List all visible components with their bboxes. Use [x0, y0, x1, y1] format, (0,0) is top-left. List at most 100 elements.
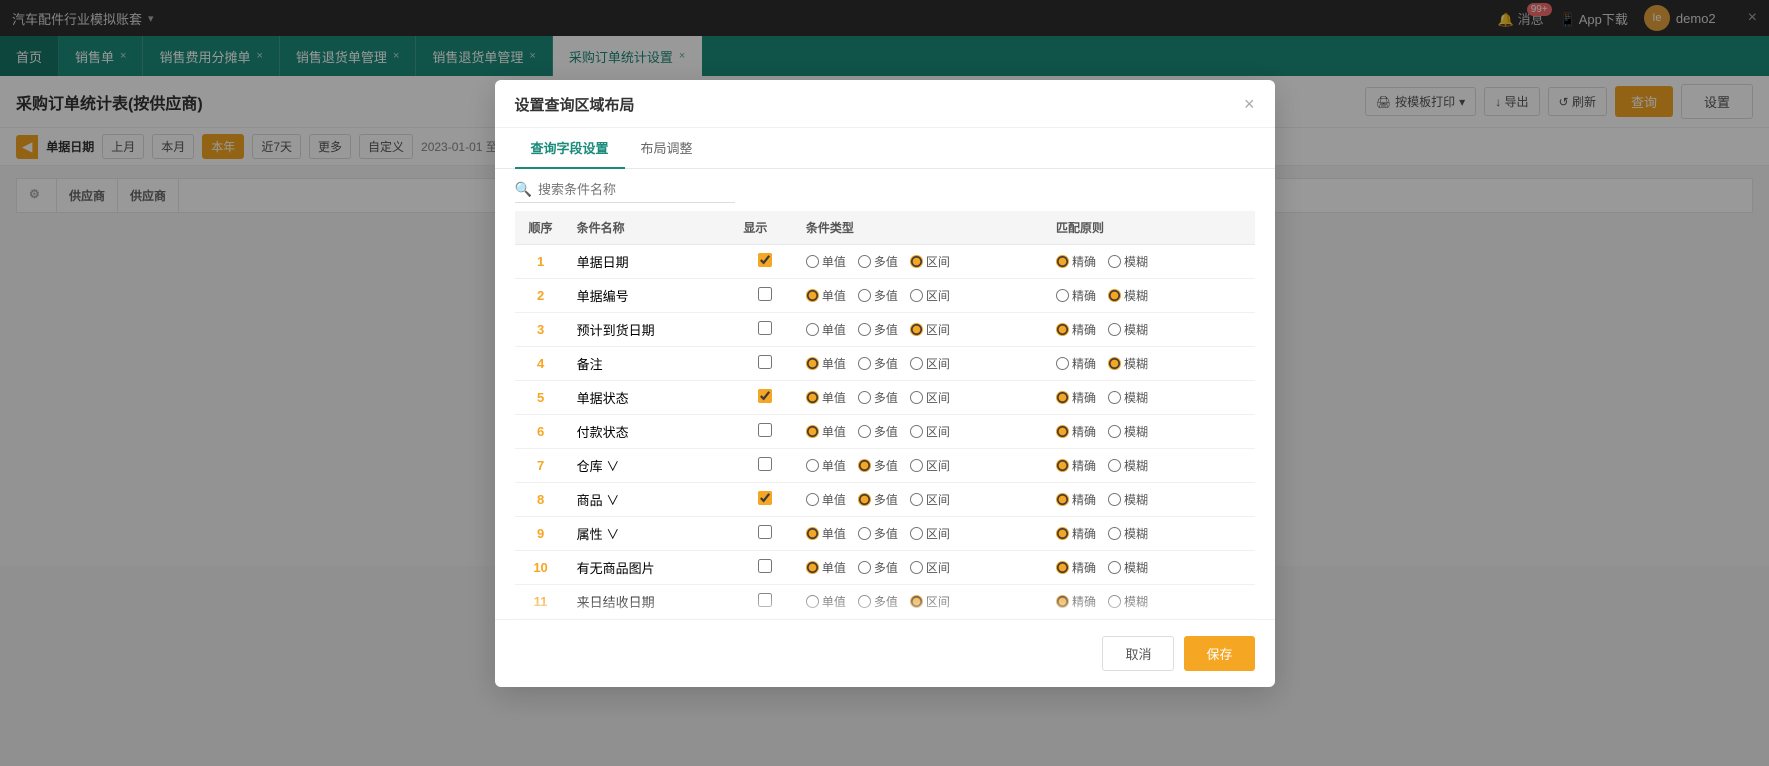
type-radio-多值-4[interactable] [858, 357, 871, 370]
match-option-模糊-1[interactable]: 模糊 [1108, 253, 1148, 270]
match-option-精确-2[interactable]: 精确 [1056, 287, 1096, 304]
type-option-区间-9[interactable]: 区间 [910, 525, 950, 542]
type-radio-区间-9[interactable] [910, 527, 923, 540]
match-radio-精确-7[interactable] [1056, 459, 1069, 472]
type-option-单值-6[interactable]: 单值 [806, 423, 846, 440]
type-radio-区间-6[interactable] [910, 425, 923, 438]
type-radio-多值-7[interactable] [858, 459, 871, 472]
match-radio-精确-10[interactable] [1056, 561, 1069, 574]
match-radio-精确-8[interactable] [1056, 493, 1069, 506]
type-radio-多值-2[interactable] [858, 289, 871, 302]
match-radio-模糊-5[interactable] [1108, 391, 1121, 404]
type-option-多值-11[interactable]: 多值 [858, 593, 898, 610]
match-option-模糊-8[interactable]: 模糊 [1108, 491, 1148, 508]
type-radio-单值-11[interactable] [806, 595, 819, 608]
type-radio-单值-7[interactable] [806, 459, 819, 472]
type-option-区间-5[interactable]: 区间 [910, 389, 950, 406]
type-radio-区间-5[interactable] [910, 391, 923, 404]
type-option-区间-2[interactable]: 区间 [910, 287, 950, 304]
match-radio-模糊-9[interactable] [1108, 527, 1121, 540]
condition-search-input[interactable] [538, 182, 735, 197]
type-radio-多值-10[interactable] [858, 561, 871, 574]
type-option-单值-3[interactable]: 单值 [806, 321, 846, 338]
match-option-模糊-2[interactable]: 模糊 [1108, 287, 1148, 304]
type-option-区间-4[interactable]: 区间 [910, 355, 950, 372]
match-option-模糊-3[interactable]: 模糊 [1108, 321, 1148, 338]
match-option-精确-6[interactable]: 精确 [1056, 423, 1096, 440]
match-radio-模糊-11[interactable] [1108, 595, 1121, 608]
show-checkbox-10[interactable] [758, 559, 772, 573]
show-checkbox-6[interactable] [758, 423, 772, 437]
match-radio-精确-1[interactable] [1056, 255, 1069, 268]
match-radio-精确-9[interactable] [1056, 527, 1069, 540]
type-radio-单值-3[interactable] [806, 323, 819, 336]
type-option-单值-5[interactable]: 单值 [806, 389, 846, 406]
modal-tab-layout[interactable]: 布局调整 [625, 128, 709, 169]
type-radio-单值-5[interactable] [806, 391, 819, 404]
type-radio-单值-8[interactable] [806, 493, 819, 506]
match-option-精确-9[interactable]: 精确 [1056, 525, 1096, 542]
type-radio-单值-2[interactable] [806, 289, 819, 302]
type-radio-区间-8[interactable] [910, 493, 923, 506]
type-radio-多值-1[interactable] [858, 255, 871, 268]
type-option-单值-2[interactable]: 单值 [806, 287, 846, 304]
match-radio-模糊-2[interactable] [1108, 289, 1121, 302]
match-radio-精确-6[interactable] [1056, 425, 1069, 438]
type-radio-单值-9[interactable] [806, 527, 819, 540]
type-option-多值-4[interactable]: 多值 [858, 355, 898, 372]
match-option-精确-11[interactable]: 精确 [1056, 593, 1096, 610]
type-option-单值-1[interactable]: 单值 [806, 253, 846, 270]
match-option-精确-5[interactable]: 精确 [1056, 389, 1096, 406]
type-option-区间-11[interactable]: 区间 [910, 593, 950, 610]
type-radio-区间-7[interactable] [910, 459, 923, 472]
type-radio-多值-9[interactable] [858, 527, 871, 540]
match-radio-精确-4[interactable] [1056, 357, 1069, 370]
match-option-精确-10[interactable]: 精确 [1056, 559, 1096, 576]
show-checkbox-9[interactable] [758, 525, 772, 539]
type-option-单值-10[interactable]: 单值 [806, 559, 846, 576]
match-radio-模糊-8[interactable] [1108, 493, 1121, 506]
type-radio-多值-5[interactable] [858, 391, 871, 404]
match-option-精确-1[interactable]: 精确 [1056, 253, 1096, 270]
match-option-模糊-9[interactable]: 模糊 [1108, 525, 1148, 542]
type-radio-区间-10[interactable] [910, 561, 923, 574]
type-option-多值-2[interactable]: 多值 [858, 287, 898, 304]
type-radio-多值-11[interactable] [858, 595, 871, 608]
type-option-单值-11[interactable]: 单值 [806, 593, 846, 610]
match-option-模糊-6[interactable]: 模糊 [1108, 423, 1148, 440]
cancel-btn[interactable]: 取消 [1102, 636, 1174, 671]
match-radio-精确-5[interactable] [1056, 391, 1069, 404]
type-radio-多值-3[interactable] [858, 323, 871, 336]
type-radio-多值-6[interactable] [858, 425, 871, 438]
match-radio-模糊-1[interactable] [1108, 255, 1121, 268]
type-option-单值-7[interactable]: 单值 [806, 457, 846, 474]
match-option-精确-4[interactable]: 精确 [1056, 355, 1096, 372]
modal-tab-query-fields[interactable]: 查询字段设置 [515, 128, 625, 169]
type-radio-区间-3[interactable] [910, 323, 923, 336]
type-radio-区间-4[interactable] [910, 357, 923, 370]
type-radio-单值-4[interactable] [806, 357, 819, 370]
match-option-模糊-11[interactable]: 模糊 [1108, 593, 1148, 610]
type-radio-单值-10[interactable] [806, 561, 819, 574]
match-radio-精确-2[interactable] [1056, 289, 1069, 302]
show-checkbox-4[interactable] [758, 355, 772, 369]
modal-close-btn[interactable]: × [1244, 94, 1255, 127]
type-option-多值-7[interactable]: 多值 [858, 457, 898, 474]
type-radio-区间-2[interactable] [910, 289, 923, 302]
type-option-多值-10[interactable]: 多值 [858, 559, 898, 576]
type-option-多值-1[interactable]: 多值 [858, 253, 898, 270]
type-option-区间-8[interactable]: 区间 [910, 491, 950, 508]
show-checkbox-3[interactable] [758, 321, 772, 335]
type-option-区间-6[interactable]: 区间 [910, 423, 950, 440]
type-option-单值-9[interactable]: 单值 [806, 525, 846, 542]
match-option-模糊-10[interactable]: 模糊 [1108, 559, 1148, 576]
type-radio-区间-1[interactable] [910, 255, 923, 268]
type-option-多值-9[interactable]: 多值 [858, 525, 898, 542]
match-option-精确-3[interactable]: 精确 [1056, 321, 1096, 338]
match-radio-模糊-7[interactable] [1108, 459, 1121, 472]
type-option-多值-5[interactable]: 多值 [858, 389, 898, 406]
type-option-区间-10[interactable]: 区间 [910, 559, 950, 576]
show-checkbox-11[interactable] [758, 593, 772, 607]
type-radio-单值-6[interactable] [806, 425, 819, 438]
show-checkbox-2[interactable] [758, 287, 772, 301]
